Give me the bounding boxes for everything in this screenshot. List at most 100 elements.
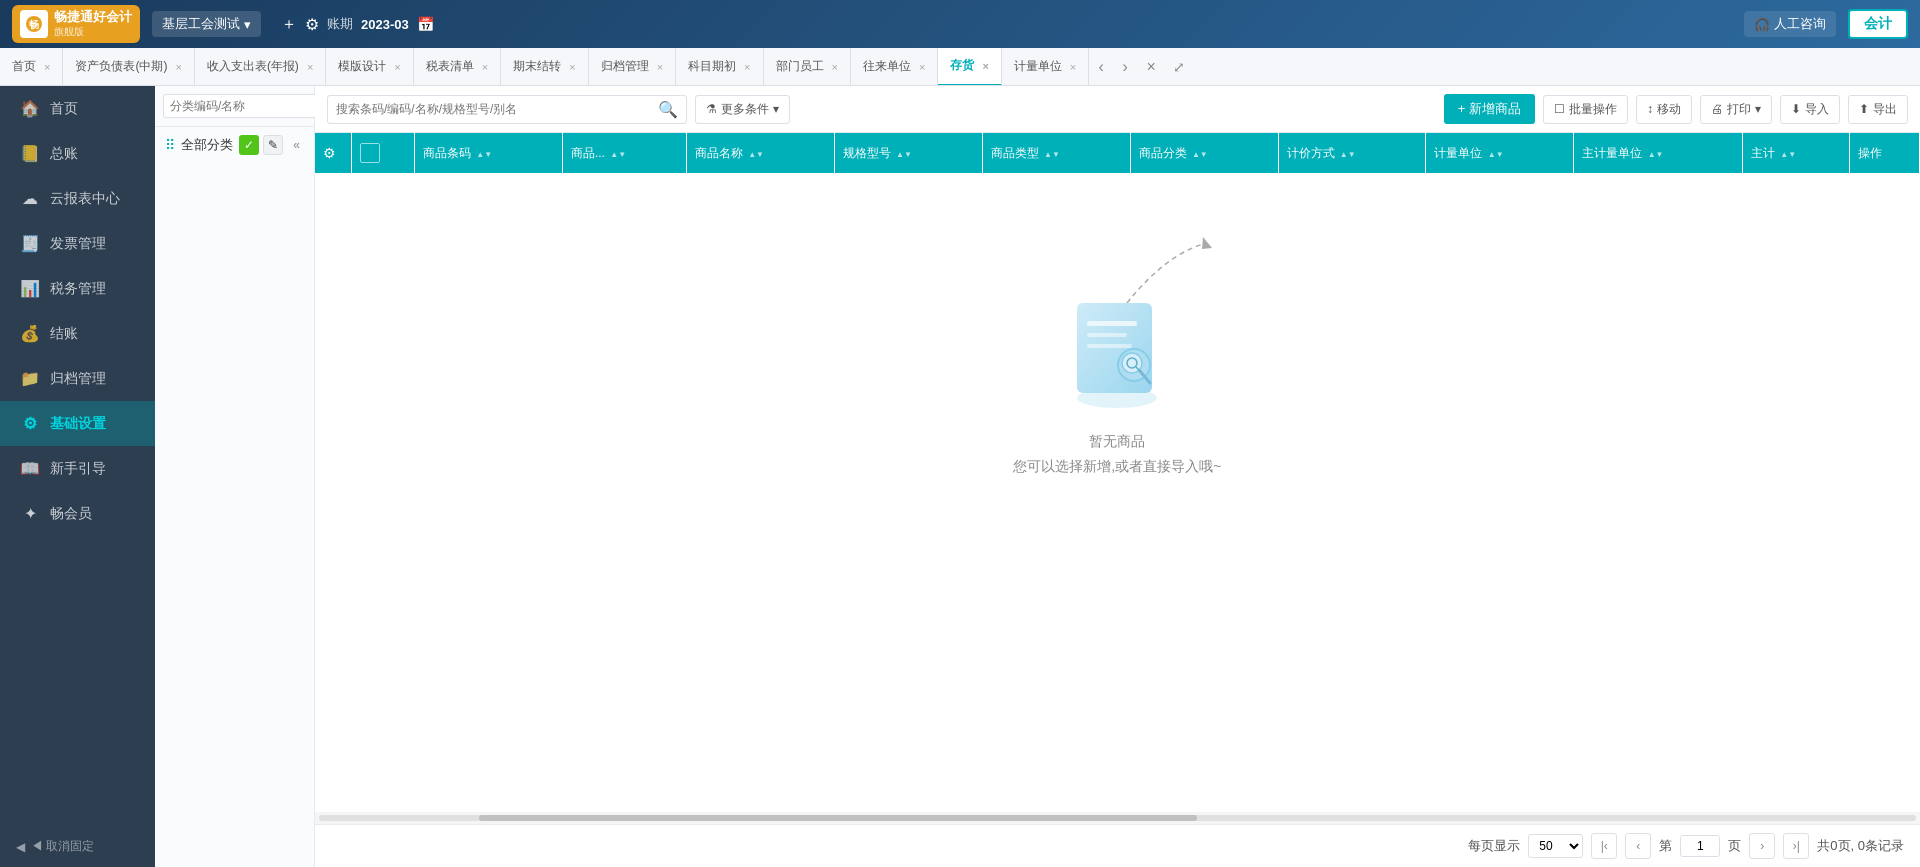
tab-balance-close[interactable]: × bbox=[175, 61, 181, 73]
tab-income[interactable]: 收入支出表(年报) × bbox=[195, 48, 326, 86]
page-number-input[interactable] bbox=[1680, 835, 1720, 857]
prev-page-btn[interactable]: ‹ bbox=[1625, 833, 1651, 859]
svg-rect-6 bbox=[1087, 321, 1137, 326]
tab-template[interactable]: 模版设计 × bbox=[326, 48, 413, 86]
import-btn[interactable]: ⬇ 导入 bbox=[1780, 95, 1840, 124]
th-unit[interactable]: 计量单位 ▲▼ bbox=[1426, 133, 1574, 173]
tab-inventory-close[interactable]: × bbox=[982, 60, 988, 72]
th-checkbox[interactable] bbox=[351, 133, 415, 173]
category-search-input[interactable] bbox=[163, 94, 327, 118]
tab-contact[interactable]: 往来单位 × bbox=[851, 48, 938, 86]
org-selector[interactable]: 基层工会测试 ▾ bbox=[152, 11, 261, 37]
tab-unit[interactable]: 计量单位 × bbox=[1002, 48, 1089, 86]
tab-taxlist[interactable]: 税表清单 × bbox=[414, 48, 501, 86]
sort-name[interactable]: ▲▼ bbox=[748, 150, 764, 159]
scrollbar-thumb[interactable] bbox=[479, 815, 1198, 821]
sort-code[interactable]: ▲▼ bbox=[610, 150, 626, 159]
th-spec[interactable]: 规格型号 ▲▼ bbox=[834, 133, 982, 173]
sort-unit[interactable]: ▲▼ bbox=[1488, 150, 1504, 159]
tab-taxlist-close[interactable]: × bbox=[482, 61, 488, 73]
tab-prev-btn[interactable]: ‹ bbox=[1089, 48, 1113, 86]
category-all[interactable]: ⠿ 全部分类 ✓ ✎ « bbox=[155, 127, 314, 163]
category-edit-btn[interactable]: ✎ bbox=[263, 135, 283, 155]
th-name[interactable]: 商品名称 ▲▼ bbox=[686, 133, 834, 173]
sidebar-item-checkout[interactable]: 💰 结账 bbox=[0, 311, 155, 356]
th-code[interactable]: 商品... ▲▼ bbox=[562, 133, 686, 173]
sidebar-footer[interactable]: ◀ ◀ 取消固定 bbox=[0, 826, 155, 867]
print-label: 打印 bbox=[1727, 101, 1751, 118]
tab-subject[interactable]: 科目期初 × bbox=[676, 48, 763, 86]
th-price[interactable]: 计价方式 ▲▼ bbox=[1278, 133, 1426, 173]
tab-dept[interactable]: 部门员工 × bbox=[764, 48, 851, 86]
sidebar-item-settings[interactable]: ⚙ 基础设置 bbox=[0, 401, 155, 446]
sidebar-item-archive[interactable]: 📁 归档管理 bbox=[0, 356, 155, 401]
filter-btn[interactable]: ⚗ 更多条件 ▾ bbox=[695, 95, 790, 124]
add-tab-btn[interactable]: ＋ bbox=[281, 14, 297, 35]
calendar-icon[interactable]: 📅 bbox=[417, 16, 434, 32]
export-btn[interactable]: ⬆ 导出 bbox=[1848, 95, 1908, 124]
th-main-unit[interactable]: 主计量单位 ▲▼ bbox=[1574, 133, 1743, 173]
kuaiji-btn[interactable]: 会计 bbox=[1848, 9, 1908, 39]
sidebar-item-guide[interactable]: 📖 新手引导 bbox=[0, 446, 155, 491]
select-all-checkbox[interactable] bbox=[360, 143, 380, 163]
sort-price[interactable]: ▲▼ bbox=[1340, 150, 1356, 159]
product-search-icon[interactable]: 🔍 bbox=[658, 100, 678, 119]
tab-expand-btn[interactable]: ⤢ bbox=[1165, 48, 1193, 86]
next-page-btn[interactable]: › bbox=[1749, 833, 1775, 859]
sidebar-item-ledger[interactable]: 📒 总账 bbox=[0, 131, 155, 176]
sidebar-item-tax[interactable]: 📊 税务管理 bbox=[0, 266, 155, 311]
tab-inventory[interactable]: 存货 × bbox=[938, 48, 1001, 86]
tab-period[interactable]: 期末结转 × bbox=[501, 48, 588, 86]
tab-archive[interactable]: 归档管理 × bbox=[589, 48, 676, 86]
tab-contact-close[interactable]: × bbox=[919, 61, 925, 73]
add-product-btn[interactable]: + 新增商品 bbox=[1444, 94, 1535, 124]
sidebar-item-invoice[interactable]: 🧾 发票管理 bbox=[0, 221, 155, 266]
sidebar-item-member[interactable]: ✦ 畅会员 bbox=[0, 491, 155, 536]
th-main[interactable]: 主计 ▲▼ bbox=[1742, 133, 1849, 173]
help-btn[interactable]: 🎧 人工咨询 bbox=[1744, 11, 1836, 37]
tab-taxlist-label: 税表清单 bbox=[426, 58, 474, 75]
tab-subject-close[interactable]: × bbox=[744, 61, 750, 73]
tab-balance[interactable]: 资产负债表(中期) × bbox=[63, 48, 194, 86]
sort-barcode[interactable]: ▲▼ bbox=[476, 150, 492, 159]
tab-home-close[interactable]: × bbox=[44, 61, 50, 73]
category-collapse-btn[interactable]: « bbox=[289, 138, 304, 152]
settings-icon[interactable]: ⚙ bbox=[305, 15, 319, 34]
sort-type[interactable]: ▲▼ bbox=[1044, 150, 1060, 159]
sort-main-unit[interactable]: ▲▼ bbox=[1648, 150, 1664, 159]
empty-doc-container bbox=[1062, 293, 1172, 413]
page-size-select[interactable]: 50 10 20 100 bbox=[1528, 834, 1583, 858]
tab-period-close[interactable]: × bbox=[569, 61, 575, 73]
sidebar-item-home[interactable]: 🏠 首页 bbox=[0, 86, 155, 131]
print-btn[interactable]: 🖨 打印 ▾ bbox=[1700, 95, 1772, 124]
sort-main[interactable]: ▲▼ bbox=[1780, 150, 1796, 159]
first-page-btn[interactable]: |‹ bbox=[1591, 833, 1617, 859]
right-content: 🔍 ⚗ 更多条件 ▾ + 新增商品 ☐ 批量操作 ↕ 移动 bbox=[315, 86, 1920, 867]
th-category[interactable]: 商品分类 ▲▼ bbox=[1130, 133, 1278, 173]
batch-btn[interactable]: ☐ 批量操作 bbox=[1543, 95, 1628, 124]
sidebar: 🏠 首页 📒 总账 ☁ 云报表中心 🧾 发票管理 📊 税务管理 💰 结账 📁 归… bbox=[0, 86, 155, 867]
th-type[interactable]: 商品类型 ▲▼ bbox=[982, 133, 1130, 173]
th-main-label: 主计 bbox=[1751, 146, 1775, 160]
empty-title-text: 暂无商品 bbox=[1013, 429, 1221, 454]
th-type-label: 商品类型 bbox=[991, 146, 1039, 160]
th-gear[interactable]: ⚙ bbox=[315, 133, 351, 173]
tab-unit-close[interactable]: × bbox=[1070, 61, 1076, 73]
tab-close-all-btn[interactable]: × bbox=[1137, 48, 1165, 86]
sort-spec[interactable]: ▲▼ bbox=[896, 150, 912, 159]
sort-category[interactable]: ▲▼ bbox=[1192, 150, 1208, 159]
tab-template-close[interactable]: × bbox=[394, 61, 400, 73]
th-barcode[interactable]: 商品条码 ▲▼ bbox=[415, 133, 563, 173]
tab-next-btn[interactable]: › bbox=[1113, 48, 1137, 86]
tab-income-close[interactable]: × bbox=[307, 61, 313, 73]
product-search-input[interactable] bbox=[336, 102, 652, 116]
tab-archive-close[interactable]: × bbox=[657, 61, 663, 73]
last-page-btn[interactable]: ›| bbox=[1783, 833, 1809, 859]
tab-home[interactable]: 首页 × bbox=[0, 48, 63, 86]
move-btn[interactable]: ↕ 移动 bbox=[1636, 95, 1692, 124]
tab-dept-close[interactable]: × bbox=[832, 61, 838, 73]
horizontal-scrollbar[interactable] bbox=[315, 812, 1920, 824]
app-logo[interactable]: 畅 畅捷通好会计 旗舰版 bbox=[12, 5, 140, 43]
sidebar-item-cloud[interactable]: ☁ 云报表中心 bbox=[0, 176, 155, 221]
category-add-btn[interactable]: ✓ bbox=[239, 135, 259, 155]
